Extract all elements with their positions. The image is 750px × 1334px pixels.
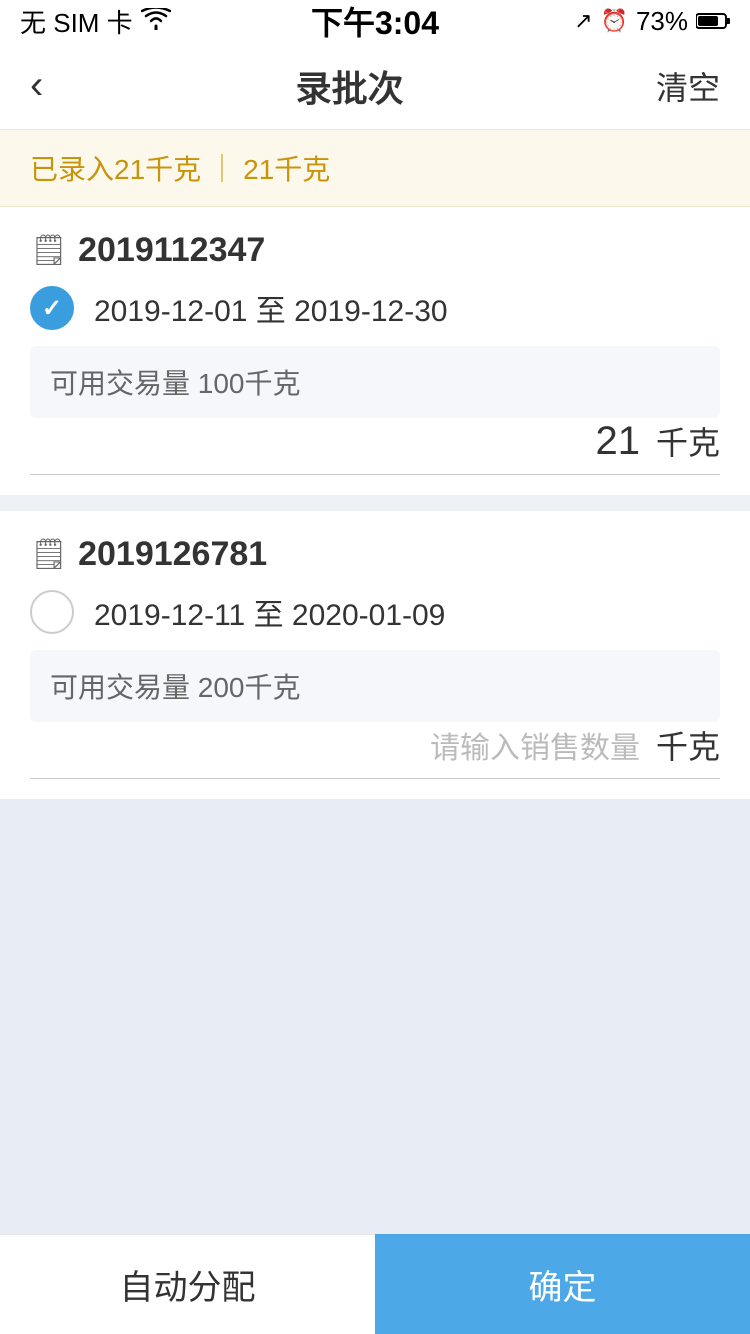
batch-1-date-row: 2019-12-01 至 2019-12-30: [30, 286, 720, 330]
batch-2-available: 可用交易量 200千克: [30, 650, 720, 722]
banner-divider: [221, 154, 223, 182]
batch-1-header: 🗒 2019112347: [30, 231, 720, 270]
battery-level: 73%: [636, 6, 688, 37]
auto-distribute-button[interactable]: 自动分配: [0, 1234, 375, 1334]
batch-1-amount-row: 21 千克: [30, 418, 720, 475]
batch-2-date-row: 2019-12-11 至 2020-01-09: [30, 590, 720, 634]
batch-1-amount-value[interactable]: 21: [595, 419, 640, 464]
page-title: 录批次: [296, 60, 404, 112]
banner-amount: 21千克: [243, 148, 330, 188]
batch-2-id: 2019126781: [78, 535, 267, 574]
batch-1-icon: 🗒: [30, 233, 68, 268]
bottom-gray-area: [0, 799, 750, 1249]
alarm-icon: ⏰: [601, 8, 628, 34]
batch-1-amount-container: 21 千克: [0, 418, 750, 495]
batch-1-id: 2019112347: [78, 231, 265, 270]
batch-1-unit: 千克: [656, 418, 720, 464]
status-time: 下午3:04: [311, 0, 439, 44]
clear-button[interactable]: 清空: [656, 63, 720, 109]
section-divider: [0, 495, 750, 511]
batch-2-header: 🗒 2019126781: [30, 535, 720, 574]
location-icon: ↗: [574, 8, 592, 34]
batch-card-2: 🗒 2019126781 2019-12-11 至 2020-01-09 可用交…: [0, 511, 750, 722]
batch-2-icon: 🗒: [30, 537, 68, 572]
bottom-bar: 自动分配 确定: [0, 1234, 750, 1334]
confirm-button[interactable]: 确定: [375, 1234, 750, 1334]
back-button[interactable]: ‹: [30, 63, 43, 108]
wifi-icon: [141, 6, 171, 37]
battery-icon: [696, 6, 730, 37]
sim-status: 无 SIM 卡: [20, 3, 133, 40]
batch-2-unit: 千克: [656, 722, 720, 768]
recorded-amount: 已录入21千克: [30, 148, 201, 188]
batch-2-input-placeholder[interactable]: 请输入销售数量: [430, 723, 640, 767]
batch-card-1: 🗒 2019112347 2019-12-01 至 2019-12-30 可用交…: [0, 207, 750, 418]
info-banner: 已录入21千克 21千克: [0, 130, 750, 207]
batch-1-available: 可用交易量 100千克: [30, 346, 720, 418]
batch-2-date: 2019-12-11 至 2020-01-09: [94, 590, 445, 634]
nav-bar: ‹ 录批次 清空: [0, 42, 750, 130]
batch-1-date: 2019-12-01 至 2019-12-30: [94, 286, 448, 330]
batch-2-amount-row: 请输入销售数量 千克: [30, 722, 720, 779]
batch-2-amount-container: 请输入销售数量 千克: [0, 722, 750, 799]
batch-1-radio[interactable]: [30, 286, 74, 330]
batch-2-radio[interactable]: [30, 590, 74, 634]
status-bar: 无 SIM 卡 下午3:04 ↗ ⏰ 73%: [0, 0, 750, 42]
